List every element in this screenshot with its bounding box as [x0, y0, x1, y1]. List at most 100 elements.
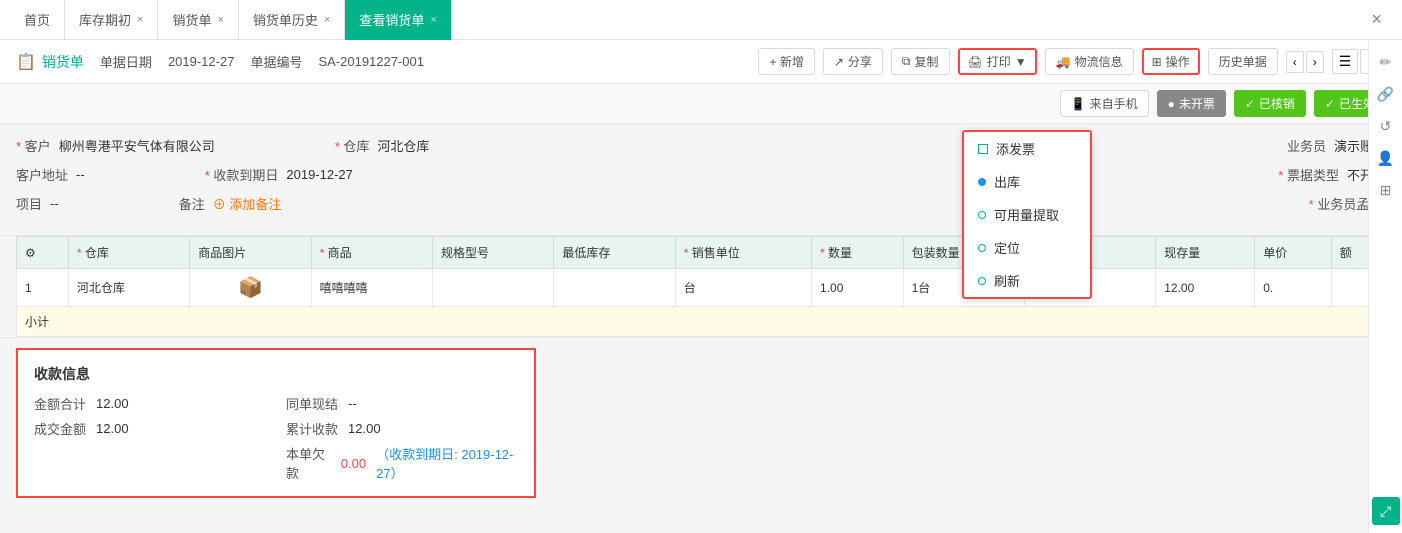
available-qty-label: 可用量提取	[994, 205, 1059, 224]
th-warehouse: 仓库	[68, 237, 189, 269]
link-icon: 🔗	[1377, 86, 1394, 103]
sidebar-edit-button[interactable]: ✏	[1372, 48, 1400, 76]
check-icon: ✓	[1245, 97, 1255, 111]
total-amount-value: 12.00	[96, 396, 129, 411]
out-stock-label: 出库	[994, 172, 1020, 191]
history-button[interactable]: 历史单据	[1208, 48, 1278, 75]
th-spec: 规格型号	[432, 237, 553, 269]
confirm-button[interactable]: ✓ 已核销	[1234, 90, 1306, 117]
ticket-icon: ●	[1168, 97, 1175, 111]
tab-sales-order[interactable]: 销货单 ×	[158, 0, 238, 40]
tab-inventory-close[interactable]: ×	[137, 14, 143, 26]
row-image: 📦	[190, 269, 311, 307]
add-invoice-label: 添发票	[996, 139, 1035, 158]
tab-view-close[interactable]: ×	[430, 14, 436, 26]
transaction-label: 成交金额	[34, 419, 86, 438]
copy-button[interactable]: ⧉ 复制	[891, 48, 950, 75]
prev-button[interactable]: ‹	[1286, 51, 1304, 73]
sidebar-user-button[interactable]: 👤	[1372, 144, 1400, 172]
add-note-button[interactable]: ⊕ 添加备注	[213, 194, 282, 213]
tab-home[interactable]: 首页	[10, 0, 65, 40]
sidebar-link-button[interactable]: 🔗	[1372, 80, 1400, 108]
locate-item[interactable]: 定位	[964, 231, 1090, 264]
out-stock-icon	[978, 178, 986, 186]
logistics-icon: 🚚	[1056, 55, 1071, 69]
out-stock-item[interactable]: 出库	[964, 165, 1090, 198]
plus-icon: ⊕	[213, 197, 226, 212]
warehouse-value: 河北仓库	[377, 136, 429, 155]
print-icon: 🖨	[968, 55, 983, 69]
operation-button[interactable]: ⊞ 操作	[1142, 48, 1200, 75]
sidebar-table-button[interactable]: ⊞	[1372, 176, 1400, 204]
tab-view-sales[interactable]: 查看销货单 ×	[345, 0, 451, 40]
locate-icon	[978, 244, 986, 252]
list-view-button[interactable]: ☰	[1332, 49, 1359, 74]
total-amount-row: 金额合计 12.00	[34, 394, 266, 413]
share-icon: ↗	[834, 55, 844, 69]
th-quantity: 数量	[812, 237, 904, 269]
window-close-button[interactable]: ×	[1361, 9, 1392, 30]
available-qty-icon	[978, 211, 986, 219]
address-value: --	[76, 167, 85, 182]
doc-title: 📋 销货单	[16, 52, 84, 72]
available-qty-item[interactable]: 可用量提取	[964, 198, 1090, 231]
row-index: 1	[17, 269, 69, 307]
operation-dropdown: 添发票 出库 可用量提取 定位 刷新	[962, 130, 1092, 299]
edit-icon: ✏	[1380, 54, 1392, 71]
print-dropdown-icon: ▼	[1015, 55, 1027, 69]
tab-inventory-init[interactable]: 库存期初 ×	[65, 0, 158, 40]
tab-sales-history[interactable]: 销货单历史 ×	[239, 0, 345, 40]
row-current-stock: 12.00	[1156, 269, 1255, 307]
refresh-item[interactable]: 刷新	[964, 264, 1090, 297]
warehouse-field: 仓库 河北仓库	[335, 136, 430, 155]
form-section: 客户 柳州粤港平安气体有限公司 仓库 河北仓库 业务员 演示账号 客户地址 --…	[0, 124, 1402, 236]
settlement-value: --	[348, 396, 357, 411]
cumulative-row: 累计收款 12.00	[286, 419, 518, 438]
customer-field: 客户 柳州粤港平安气体有限公司	[16, 136, 215, 155]
form-row-2: 客户地址 -- 收款到期日 2019-12-27 票据类型 不开票	[16, 165, 1386, 184]
from-mobile-button[interactable]: 📱 来自手机	[1060, 90, 1149, 117]
settings-gear-icon: ⚙	[25, 246, 36, 260]
tab-history-close[interactable]: ×	[324, 14, 330, 26]
refresh-icon	[978, 277, 986, 285]
settlement-label: 同单现结	[286, 394, 338, 413]
customer-value: 柳州粤港平安气体有限公司	[59, 136, 215, 155]
note-field: 备注 ⊕ 添加备注	[179, 194, 282, 213]
not-open-button[interactable]: ● 未开票	[1157, 90, 1226, 117]
warehouse-label: 仓库	[335, 136, 370, 155]
sidebar-expand-button[interactable]: ⤢	[1372, 497, 1400, 525]
payment-date-value: 2019-12-27	[286, 167, 353, 182]
cumulative-value: 12.00	[348, 421, 381, 436]
add-invoice-item[interactable]: 添发票	[964, 132, 1090, 165]
expand-icon: ⤢	[1380, 503, 1391, 520]
tab-sales-close[interactable]: ×	[217, 14, 223, 26]
form-row-3: 项目 -- 备注 ⊕ 添加备注 业务员孟 --	[16, 194, 1386, 213]
payment-title: 收款信息	[34, 364, 518, 384]
sidebar-refresh-button[interactable]: ↺	[1372, 112, 1400, 140]
new-button[interactable]: + 新增	[758, 48, 814, 75]
share-button[interactable]: ↗ 分享	[823, 48, 883, 75]
transaction-row: 成交金额 12.00	[34, 419, 266, 438]
mobile-icon: 📱	[1071, 97, 1086, 111]
doc-actions: + 新增 ↗ 分享 ⧉ 复制 🖨 打印 ▼ 🚚 物流信息 ⊞ 操作	[758, 48, 1386, 75]
th-settings[interactable]: ⚙	[17, 237, 69, 269]
th-current-stock: 现存量	[1156, 237, 1255, 269]
payment-grid: 金额合计 12.00 成交金额 12.00 同单现结 -- 累计收款 12.00	[34, 394, 518, 482]
print-button[interactable]: 🖨 打印 ▼	[958, 48, 1037, 75]
address-label: 客户地址	[16, 165, 68, 184]
row-spec	[432, 269, 553, 307]
row-quantity: 1.00	[812, 269, 904, 307]
grid-icon: ⊞	[1152, 55, 1162, 69]
customer-label: 客户	[16, 136, 51, 155]
transaction-value: 12.00	[96, 421, 129, 436]
tab-home-label: 首页	[24, 10, 50, 29]
outstanding-value: 0.00	[341, 456, 366, 471]
refresh-label: 刷新	[994, 271, 1020, 290]
logistics-button[interactable]: 🚚 物流信息	[1045, 48, 1134, 75]
row-min-stock	[554, 269, 675, 307]
doc-type-label: 销货单	[42, 52, 84, 72]
number-label: 单据编号	[250, 52, 302, 71]
th-image: 商品图片	[190, 237, 311, 269]
next-button[interactable]: ›	[1306, 51, 1324, 73]
toolbar-row: 📱 来自手机 ● 未开票 ✓ 已核销 ✓ 已生效	[0, 84, 1402, 124]
